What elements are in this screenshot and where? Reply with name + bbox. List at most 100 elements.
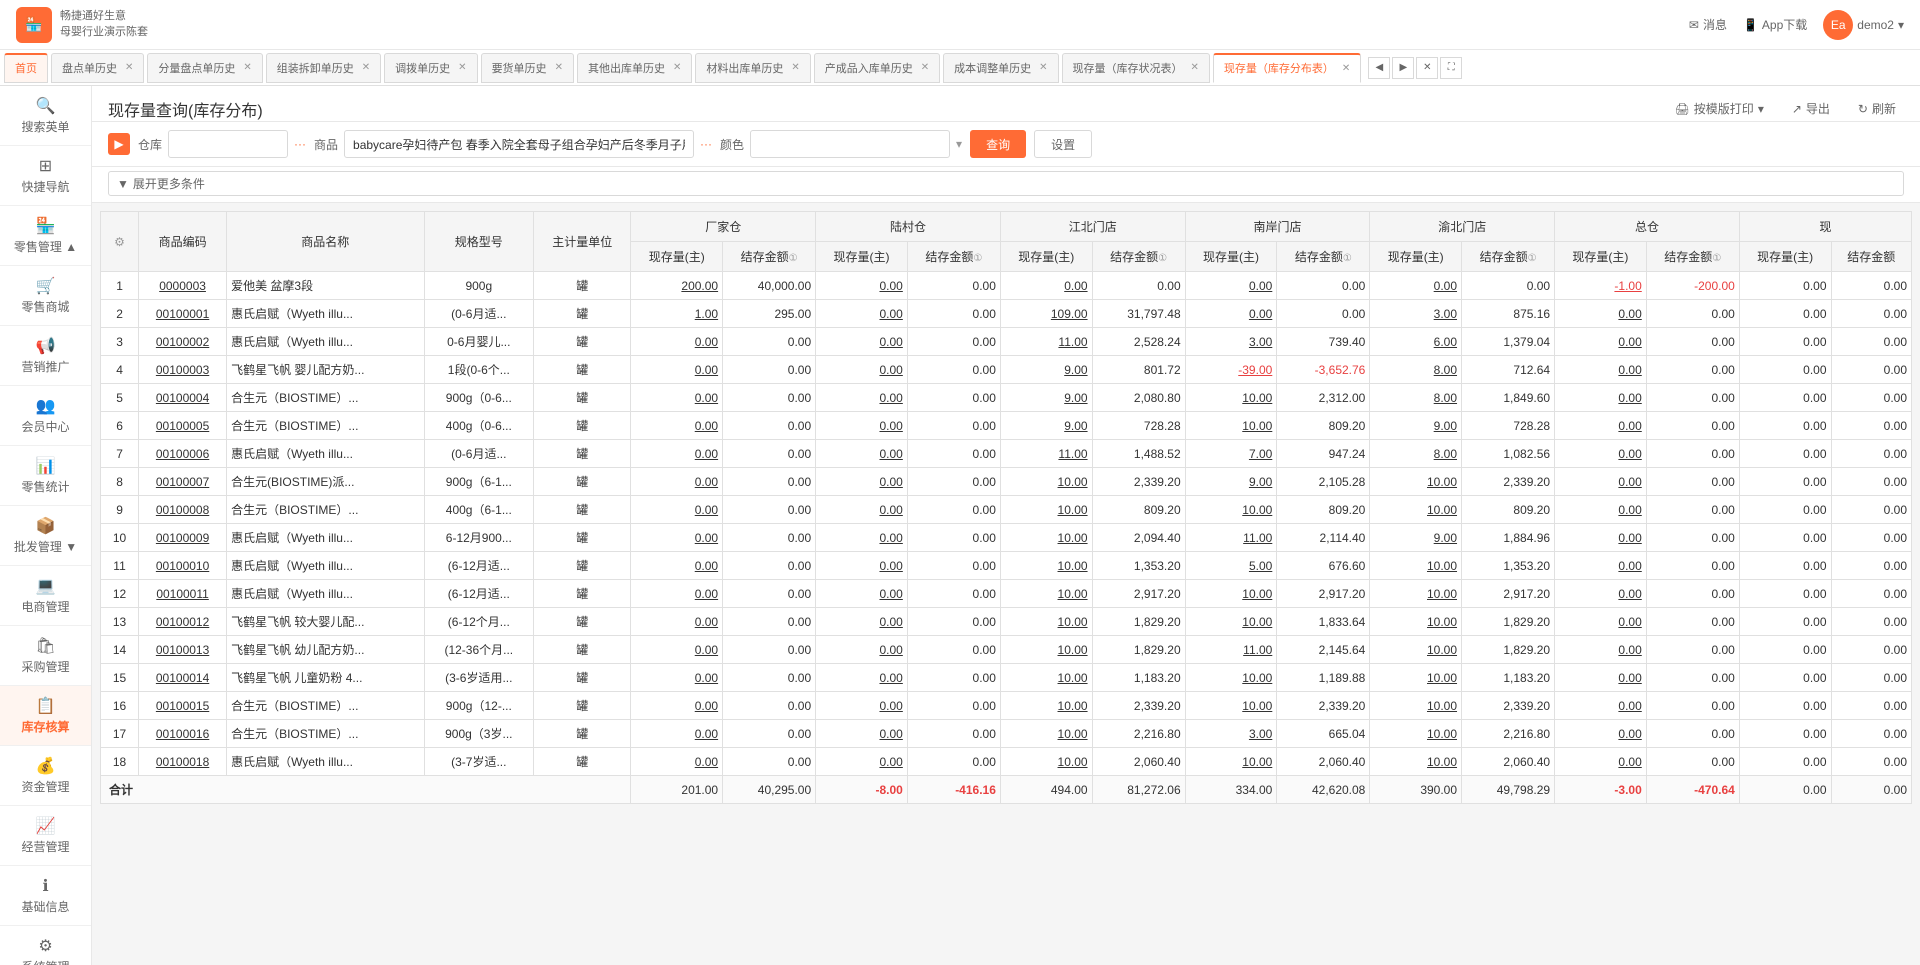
goods-input[interactable] bbox=[344, 130, 694, 158]
cell-lucun-qty[interactable]: 0.00 bbox=[816, 580, 908, 608]
cell-lucun-qty[interactable]: 0.00 bbox=[816, 692, 908, 720]
sidebar-item-member[interactable]: 👥 会员中心 bbox=[0, 386, 91, 446]
cell-lucun-qty[interactable]: 0.00 bbox=[816, 552, 908, 580]
tab-cailiao[interactable]: 材料出库单历史 ✕ bbox=[695, 53, 810, 83]
cell-total-qty[interactable]: 0.00 bbox=[1555, 356, 1647, 384]
tab-close-kuczhuang[interactable]: ✕ bbox=[1191, 62, 1199, 73]
cell-yubei-qty[interactable]: 10.00 bbox=[1370, 720, 1462, 748]
cell-code[interactable]: 00100013 bbox=[139, 636, 227, 664]
tab-close-kucfenbu[interactable]: ✕ bbox=[1342, 63, 1350, 74]
tab-close-cailiao[interactable]: ✕ bbox=[791, 62, 799, 73]
cell-factory-qty[interactable]: 0.00 bbox=[631, 636, 723, 664]
cell-factory-qty[interactable]: 0.00 bbox=[631, 384, 723, 412]
cell-yubei-qty[interactable]: 10.00 bbox=[1370, 468, 1462, 496]
cell-factory-qty[interactable]: 200.00 bbox=[631, 272, 723, 300]
cell-factory-qty[interactable]: 0.00 bbox=[631, 552, 723, 580]
cell-lucun-qty[interactable]: 0.00 bbox=[816, 720, 908, 748]
cell-yubei-qty[interactable]: 8.00 bbox=[1370, 356, 1462, 384]
cell-total-qty[interactable]: 0.00 bbox=[1555, 440, 1647, 468]
cell-code[interactable]: 00100016 bbox=[139, 720, 227, 748]
cell-yubei-qty[interactable]: 10.00 bbox=[1370, 636, 1462, 664]
cell-jiangbei-qty[interactable]: 9.00 bbox=[1000, 356, 1092, 384]
cell-jiangbei-qty[interactable]: 10.00 bbox=[1000, 664, 1092, 692]
tab-yaohuo[interactable]: 要货单历史 ✕ bbox=[481, 53, 574, 83]
cell-jiangbei-qty[interactable]: 10.00 bbox=[1000, 748, 1092, 776]
cell-yubei-qty[interactable]: 3.00 bbox=[1370, 300, 1462, 328]
sidebar-item-search[interactable]: 🔍 搜索英单 bbox=[0, 86, 91, 146]
cell-code[interactable]: 00100003 bbox=[139, 356, 227, 384]
cell-yubei-qty[interactable]: 10.00 bbox=[1370, 496, 1462, 524]
cell-code[interactable]: 00100018 bbox=[139, 748, 227, 776]
cell-code[interactable]: 00100015 bbox=[139, 692, 227, 720]
cell-jiangbei-qty[interactable]: 10.00 bbox=[1000, 692, 1092, 720]
tab-chenben[interactable]: 成本调整单历史 ✕ bbox=[943, 53, 1058, 83]
sidebar-item-finance[interactable]: 💰 资金管理 bbox=[0, 746, 91, 806]
query-btn[interactable]: 查询 bbox=[970, 130, 1026, 158]
sidebar-item-mall[interactable]: 🛒 零售商城 bbox=[0, 266, 91, 326]
cell-total-qty[interactable]: 0.00 bbox=[1555, 580, 1647, 608]
cell-nanan-qty[interactable]: 0.00 bbox=[1185, 272, 1277, 300]
cell-lucun-qty[interactable]: 0.00 bbox=[816, 496, 908, 524]
cell-jiangbei-qty[interactable]: 9.00 bbox=[1000, 384, 1092, 412]
cell-nanan-qty[interactable]: 10.00 bbox=[1185, 412, 1277, 440]
cell-nanan-qty[interactable]: 3.00 bbox=[1185, 328, 1277, 356]
cell-nanan-qty[interactable]: -39.00 bbox=[1185, 356, 1277, 384]
cell-lucun-qty[interactable]: 0.00 bbox=[816, 748, 908, 776]
tab-fenpandian[interactable]: 分量盘点单历史 ✕ bbox=[147, 53, 262, 83]
cell-factory-qty[interactable]: 0.00 bbox=[631, 328, 723, 356]
cell-code[interactable]: 00100001 bbox=[139, 300, 227, 328]
sidebar-item-marketing[interactable]: 📢 营销推广 bbox=[0, 326, 91, 386]
cell-total-qty[interactable]: 0.00 bbox=[1555, 384, 1647, 412]
cell-lucun-qty[interactable]: 0.00 bbox=[816, 272, 908, 300]
cell-code[interactable]: 00100012 bbox=[139, 608, 227, 636]
cell-yubei-qty[interactable]: 10.00 bbox=[1370, 664, 1462, 692]
cell-nanan-qty[interactable]: 10.00 bbox=[1185, 496, 1277, 524]
cell-jiangbei-qty[interactable]: 0.00 bbox=[1000, 272, 1092, 300]
goods-picker-btn[interactable]: ··· bbox=[700, 137, 712, 151]
cell-factory-qty[interactable]: 0.00 bbox=[631, 608, 723, 636]
cell-jiangbei-qty[interactable]: 11.00 bbox=[1000, 328, 1092, 356]
tab-chengpin[interactable]: 产成品入库单历史 ✕ bbox=[814, 53, 940, 83]
cell-yubei-qty[interactable]: 9.00 bbox=[1370, 412, 1462, 440]
export-btn[interactable]: ↗ 导出 bbox=[1784, 96, 1838, 121]
cell-nanan-qty[interactable]: 10.00 bbox=[1185, 580, 1277, 608]
cell-nanan-qty[interactable]: 11.00 bbox=[1185, 636, 1277, 664]
warehouse-input[interactable] bbox=[168, 130, 288, 158]
cell-lucun-qty[interactable]: 0.00 bbox=[816, 440, 908, 468]
sidebar-item-basic[interactable]: ℹ 基础信息 bbox=[0, 866, 91, 926]
tab-close-zuhe[interactable]: ✕ bbox=[362, 62, 370, 73]
cell-code[interactable]: 00100006 bbox=[139, 440, 227, 468]
cell-lucun-qty[interactable]: 0.00 bbox=[816, 384, 908, 412]
tab-prev-btn[interactable]: ◀ bbox=[1368, 57, 1390, 79]
sidebar-item-retail-stat[interactable]: 📊 零售统计 bbox=[0, 446, 91, 506]
print-btn[interactable]: 🖨 按模版打印 ▾ bbox=[1667, 96, 1772, 121]
cell-total-qty[interactable]: 0.00 bbox=[1555, 552, 1647, 580]
cell-code[interactable]: 00100007 bbox=[139, 468, 227, 496]
cell-code[interactable]: 00100014 bbox=[139, 664, 227, 692]
sidebar-item-system[interactable]: ⚙ 系统管理 bbox=[0, 926, 91, 965]
message-btn[interactable]: ✉ 消息 bbox=[1689, 16, 1727, 33]
cell-factory-qty[interactable]: 0.00 bbox=[631, 496, 723, 524]
tab-zuhe[interactable]: 组装拆卸单历史 ✕ bbox=[266, 53, 381, 83]
cell-lucun-qty[interactable]: 0.00 bbox=[816, 636, 908, 664]
cell-lucun-qty[interactable]: 0.00 bbox=[816, 608, 908, 636]
cell-jiangbei-qty[interactable]: 10.00 bbox=[1000, 608, 1092, 636]
table-container[interactable]: ⚙ 商品编码 商品名称 规格型号 主计量单位 厂家仓 陆村仓 江北门店 南岸门店… bbox=[92, 203, 1920, 965]
cell-code[interactable]: 00100009 bbox=[139, 524, 227, 552]
cell-nanan-qty[interactable]: 7.00 bbox=[1185, 440, 1277, 468]
cell-total-qty[interactable]: 0.00 bbox=[1555, 664, 1647, 692]
cell-factory-qty[interactable]: 0.00 bbox=[631, 580, 723, 608]
app-download-btn[interactable]: 📱 App下载 bbox=[1743, 16, 1807, 33]
sidebar-item-wholesale[interactable]: 📦 批发管理 ▼ bbox=[0, 506, 91, 566]
cell-yubei-qty[interactable]: 10.00 bbox=[1370, 748, 1462, 776]
tab-qitachuku[interactable]: 其他出库单历史 ✕ bbox=[577, 53, 692, 83]
cell-factory-qty[interactable]: 0.00 bbox=[631, 692, 723, 720]
tab-close-diaobo[interactable]: ✕ bbox=[458, 62, 466, 73]
cell-factory-qty[interactable]: 0.00 bbox=[631, 356, 723, 384]
cell-jiangbei-qty[interactable]: 10.00 bbox=[1000, 524, 1092, 552]
cell-total-qty[interactable]: 0.00 bbox=[1555, 412, 1647, 440]
cell-nanan-qty[interactable]: 9.00 bbox=[1185, 468, 1277, 496]
cell-nanan-qty[interactable]: 5.00 bbox=[1185, 552, 1277, 580]
cell-nanan-qty[interactable]: 10.00 bbox=[1185, 384, 1277, 412]
cell-code[interactable]: 00100008 bbox=[139, 496, 227, 524]
